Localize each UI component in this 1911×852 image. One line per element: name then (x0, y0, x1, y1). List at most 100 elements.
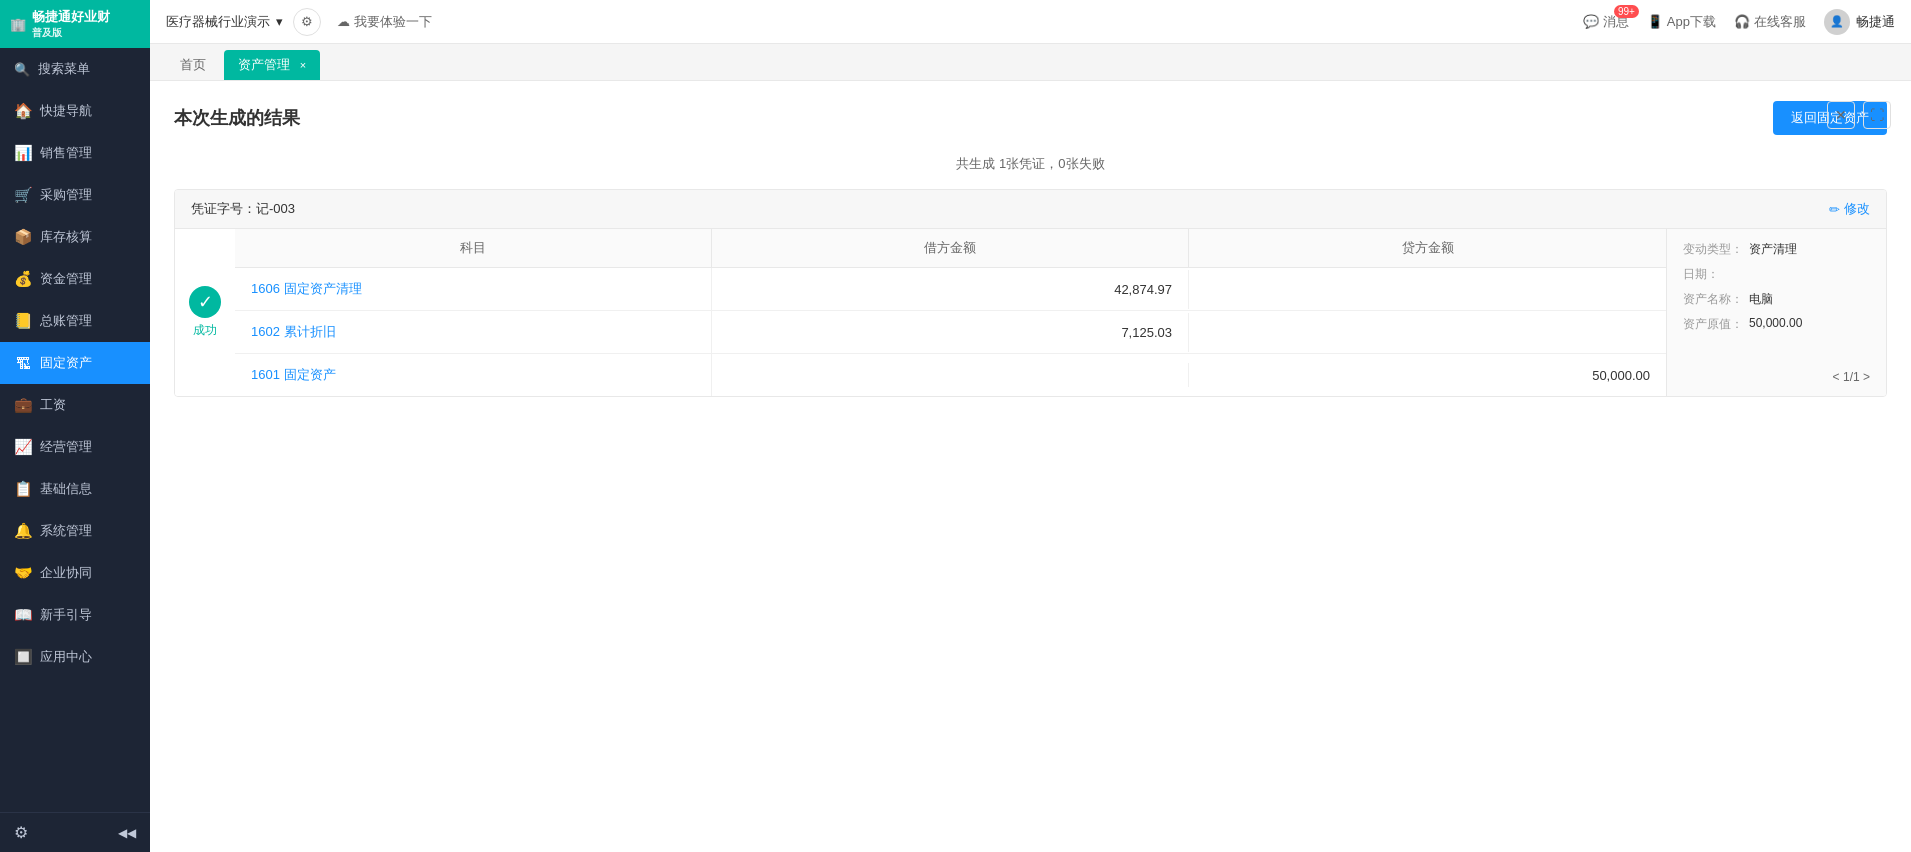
gear-icon: ⚙ (301, 14, 313, 29)
sidebar-item-sales[interactable]: 📊 销售管理 (0, 132, 150, 174)
asset-tab-label: 资产管理 (238, 57, 290, 72)
tab-home[interactable]: 首页 (166, 50, 220, 80)
date-label: 日期： (1683, 266, 1719, 283)
sidebar-item-ledger[interactable]: 📒 总账管理 (0, 300, 150, 342)
pagination-next-icon[interactable]: > (1863, 370, 1870, 384)
change-type-row: 变动类型： 资产清理 (1683, 241, 1870, 258)
app-download-button[interactable]: 📱 App下载 (1647, 13, 1716, 31)
fixed-assets-icon: 🏗 (14, 354, 32, 372)
nav-label-payroll: 工资 (40, 396, 66, 414)
date-row: 日期： (1683, 266, 1870, 283)
messages-button[interactable]: 💬 消息 99+ (1583, 13, 1629, 31)
subject-cell-2[interactable]: 1602 累计折旧 (235, 311, 712, 353)
sidebar-item-enterprise[interactable]: 🤝 企业协同 (0, 552, 150, 594)
pagination-prev-icon[interactable]: < (1833, 370, 1840, 384)
sidebar-item-management[interactable]: 📈 经营管理 (0, 426, 150, 468)
guide-icon: 📖 (14, 606, 32, 624)
sidebar-item-basic-info[interactable]: 📋 基础信息 (0, 468, 150, 510)
nav-label-fixed-assets: 固定资产 (40, 354, 92, 372)
asset-value-label: 资产原值： (1683, 316, 1743, 333)
nav-label-enterprise: 企业协同 (40, 564, 92, 582)
headset-icon: 🎧 (1734, 14, 1750, 29)
user-menu[interactable]: 👤 畅捷通 (1824, 9, 1895, 35)
sidebar-item-fixed-assets[interactable]: 🏗 固定资产 (0, 342, 150, 384)
expand-panel-button[interactable]: ⛶ (1863, 101, 1891, 129)
customer-service-button[interactable]: 🎧 在线客服 (1734, 13, 1806, 31)
edit-voucher-button[interactable]: ✏ 修改 (1829, 200, 1870, 218)
asset-value-value: 50,000.00 (1749, 316, 1802, 333)
panel-controls: ✕ ⛶ (1827, 101, 1891, 129)
enterprise-icon: 🤝 (14, 564, 32, 582)
ledger-icon: 📒 (14, 312, 32, 330)
collapse-sidebar-button[interactable]: ◀◀ (118, 826, 136, 840)
content-header: 本次生成的结果 返回固定资产 (174, 101, 1887, 135)
nav-label-management: 经营管理 (40, 438, 92, 456)
nav-label-ledger: 总账管理 (40, 312, 92, 330)
subject-cell-1[interactable]: 1606 固定资产清理 (235, 268, 712, 310)
management-icon: 📈 (14, 438, 32, 456)
content-area: 本次生成的结果 返回固定资产 共生成 1张凭证，0张失败 凭证字号：记-003 … (150, 81, 1911, 852)
sidebar-logo: 🏢 畅捷通好业财 普及版 (0, 0, 150, 48)
debit-cell-3 (712, 363, 1189, 387)
home-icon: 🏠 (14, 102, 32, 120)
pagination-info: 1/1 (1843, 370, 1863, 384)
asset-name-row: 资产名称： 电脑 (1683, 291, 1870, 308)
sidebar-item-guide[interactable]: 📖 新手引导 (0, 594, 150, 636)
asset-name-value: 电脑 (1749, 291, 1773, 308)
inventory-icon: 📦 (14, 228, 32, 246)
voucher-section: 凭证字号：记-003 ✏ 修改 ✓ 成功 科目 借方金额 (174, 189, 1887, 397)
search-icon: 🔍 (14, 62, 30, 77)
capital-icon: 💰 (14, 270, 32, 288)
subject-cell-3[interactable]: 1601 固定资产 (235, 354, 712, 396)
company-selector[interactable]: 医疗器械行业演示 ▾ (166, 13, 283, 31)
sidebar-nav: 🏠 快捷导航 📊 销售管理 🛒 采购管理 📦 库存核算 💰 资金管理 📒 总账管… (0, 90, 150, 812)
nav-label-system: 系统管理 (40, 522, 92, 540)
sidebar-item-system[interactable]: 🔔 系统管理 (0, 510, 150, 552)
edit-icon: ✏ (1829, 202, 1840, 217)
experience-button[interactable]: ☁ 我要体验一下 (337, 13, 432, 31)
sidebar-item-inventory[interactable]: 📦 库存核算 (0, 216, 150, 258)
cloud-icon: ☁ (337, 14, 350, 29)
search-menu[interactable]: 🔍 搜索菜单 (0, 48, 150, 90)
app-download-label: App下载 (1667, 13, 1716, 31)
col-credit-header: 贷方金额 (1189, 229, 1666, 267)
asset-value-row: 资产原值： 50,000.00 (1683, 316, 1870, 333)
user-name: 畅捷通 (1856, 13, 1895, 31)
home-tab-label: 首页 (180, 57, 206, 72)
side-info-panel: 变动类型： 资产清理 日期： 资产名称： 电脑 资产原值： 50,000.00 (1666, 229, 1886, 396)
tabbar: 首页 资产管理 × (150, 44, 1911, 81)
debit-cell-2: 7,125.03 (712, 313, 1189, 352)
sidebar: 🏢 畅捷通好业财 普及版 🔍 搜索菜单 🏠 快捷导航 📊 销售管理 🛒 采购管理… (0, 0, 150, 852)
company-name: 医疗器械行业演示 (166, 13, 270, 31)
result-summary: 共生成 1张凭证，0张失败 (174, 155, 1887, 173)
close-panel-button[interactable]: ✕ (1827, 101, 1855, 129)
sidebar-item-payroll[interactable]: 💼 工资 (0, 384, 150, 426)
sidebar-item-app-center[interactable]: 🔲 应用中心 (0, 636, 150, 678)
success-text: 成功 (193, 322, 217, 339)
tab-asset-management[interactable]: 资产管理 × (224, 50, 320, 80)
close-tab-icon[interactable]: × (300, 59, 306, 71)
nav-label-guide: 新手引导 (40, 606, 92, 624)
col-debit-header: 借方金额 (712, 229, 1189, 267)
change-type-value: 资产清理 (1749, 241, 1797, 258)
pagination[interactable]: < 1/1 > (1683, 370, 1870, 384)
logo-icon: 🏢 (10, 17, 26, 32)
nav-label-capital: 资金管理 (40, 270, 92, 288)
customer-service-label: 在线客服 (1754, 13, 1806, 31)
purchase-icon: 🛒 (14, 186, 32, 204)
change-type-label: 变动类型： (1683, 241, 1743, 258)
voucher-body: ✓ 成功 科目 借方金额 贷方金额 1606 固定资产清理 42,874.97 (175, 229, 1886, 396)
asset-name-label: 资产名称： (1683, 291, 1743, 308)
payroll-icon: 💼 (14, 396, 32, 414)
sidebar-item-purchase[interactable]: 🛒 采购管理 (0, 174, 150, 216)
nav-label-sales: 销售管理 (40, 144, 92, 162)
sidebar-item-capital[interactable]: 💰 资金管理 (0, 258, 150, 300)
settings-button[interactable]: ⚙ (293, 8, 321, 36)
settings-bottom-icon[interactable]: ⚙ (14, 823, 28, 842)
basic-info-icon: 📋 (14, 480, 32, 498)
logo-sub: 普及版 (32, 26, 110, 40)
nav-label-basic-info: 基础信息 (40, 480, 92, 498)
system-icon: 🔔 (14, 522, 32, 540)
sidebar-item-quick-nav[interactable]: 🏠 快捷导航 (0, 90, 150, 132)
message-icon: 💬 (1583, 14, 1599, 29)
